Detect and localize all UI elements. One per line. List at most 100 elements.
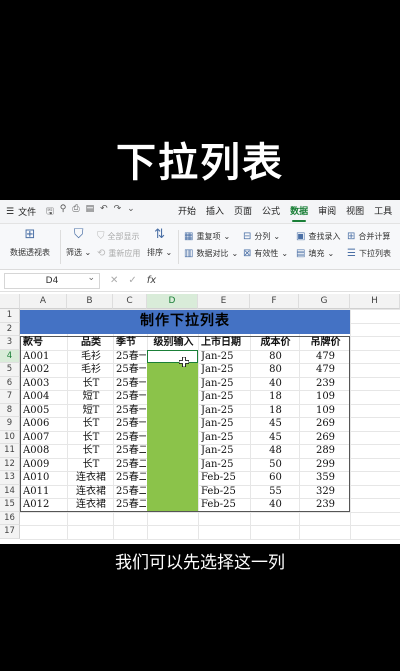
table-header-cell[interactable]: 吊牌价: [302, 336, 349, 350]
table-cell[interactable]: [150, 485, 197, 499]
hamburger-icon[interactable]: ☰: [6, 207, 14, 217]
table-cell[interactable]: [150, 350, 197, 364]
row-header-12[interactable]: 12: [0, 457, 20, 471]
table-cell[interactable]: 25春二: [116, 498, 146, 512]
table-cell[interactable]: Feb-25: [201, 471, 249, 485]
row-header-13[interactable]: 13: [0, 471, 20, 485]
table-cell[interactable]: 短T: [70, 404, 112, 418]
tab-data[interactable]: 数据: [290, 200, 308, 224]
table-cell[interactable]: 连衣裙: [70, 485, 112, 499]
split-button[interactable]: ⊟ 分列 ⌄: [243, 228, 288, 245]
table-cell[interactable]: A008: [23, 444, 66, 458]
table-cell[interactable]: [150, 431, 197, 445]
table-cell[interactable]: A007: [23, 431, 66, 445]
table-cell[interactable]: 359: [302, 471, 349, 485]
row-header-9[interactable]: 9: [0, 417, 20, 431]
row-header-14[interactable]: 14: [0, 484, 20, 498]
row-header-1[interactable]: 1: [0, 309, 20, 323]
table-cell[interactable]: 25春二: [116, 471, 146, 485]
table-cell[interactable]: 479: [302, 363, 349, 377]
table-cell[interactable]: 毛衫: [70, 350, 112, 364]
table-cell[interactable]: Jan-25: [201, 363, 249, 377]
table-cell[interactable]: 50: [253, 458, 298, 472]
table-cell[interactable]: [150, 390, 197, 404]
tab-tools[interactable]: 工具: [374, 200, 392, 224]
table-cell[interactable]: [150, 444, 197, 458]
table-cell[interactable]: 25春一: [116, 404, 146, 418]
cancel-icon[interactable]: ✕: [110, 275, 118, 286]
column-header-f[interactable]: F: [250, 294, 299, 309]
print-icon[interactable]: ⎙: [72, 204, 79, 220]
chevron-down-icon[interactable]: ⌄: [127, 204, 135, 220]
row-header-15[interactable]: 15: [0, 498, 20, 512]
row-header-10[interactable]: 10: [0, 430, 20, 444]
row-header-2[interactable]: 2: [0, 322, 20, 336]
table-header-cell[interactable]: 款号: [23, 336, 66, 350]
table-cell[interactable]: 25春一: [116, 363, 146, 377]
tab-home[interactable]: 开始: [178, 200, 196, 224]
row-header-11[interactable]: 11: [0, 444, 20, 458]
select-all-corner[interactable]: [0, 294, 20, 309]
column-header-h[interactable]: H: [350, 294, 400, 309]
table-cell[interactable]: 毛衫: [70, 363, 112, 377]
table-cell[interactable]: [150, 417, 197, 431]
table-cell[interactable]: Jan-25: [201, 350, 249, 364]
compare-button[interactable]: ▥ 数据对比 ⌄: [184, 245, 238, 262]
column-header-d[interactable]: D: [147, 294, 198, 309]
table-cell[interactable]: [150, 498, 197, 512]
sort-button[interactable]: ⇅ 排序 ⌄: [147, 228, 172, 266]
table-cell[interactable]: Jan-25: [201, 377, 249, 391]
row-header-16[interactable]: 16: [0, 511, 20, 525]
table-cell[interactable]: A004: [23, 390, 66, 404]
table-cell[interactable]: A011: [23, 485, 66, 499]
table-cell[interactable]: A012: [23, 498, 66, 512]
table-cell[interactable]: 长T: [70, 377, 112, 391]
save-icon[interactable]: 🖫: [46, 204, 54, 220]
table-cell[interactable]: 25春二: [116, 458, 146, 472]
row-header-8[interactable]: 8: [0, 403, 20, 417]
table-cell[interactable]: 60: [253, 471, 298, 485]
duplicates-button[interactable]: ▦ 重复项 ⌄: [184, 228, 238, 245]
dropdown-list-button[interactable]: ☰ 下拉列表: [347, 245, 391, 262]
preview-icon[interactable]: ▤: [86, 204, 95, 220]
table-cell[interactable]: [150, 404, 197, 418]
search-doc-icon[interactable]: ⚲: [60, 204, 67, 220]
table-cell[interactable]: 80: [253, 350, 298, 364]
table-cell[interactable]: 连衣裙: [70, 471, 112, 485]
table-cell[interactable]: A005: [23, 404, 66, 418]
table-cell[interactable]: Jan-25: [201, 458, 249, 472]
tab-insert[interactable]: 插入: [206, 200, 224, 224]
row-header-3[interactable]: 3: [0, 336, 20, 350]
table-cell[interactable]: 25春一: [116, 390, 146, 404]
column-header-b[interactable]: B: [67, 294, 113, 309]
table-cell[interactable]: 25春一: [116, 417, 146, 431]
row-header-6[interactable]: 6: [0, 376, 20, 390]
table-cell[interactable]: [150, 458, 197, 472]
column-header-c[interactable]: C: [113, 294, 147, 309]
table-cell[interactable]: Feb-25: [201, 485, 249, 499]
table-cell[interactable]: 109: [302, 390, 349, 404]
table-cell[interactable]: 269: [302, 431, 349, 445]
table-cell[interactable]: 连衣裙: [70, 498, 112, 512]
redo-icon[interactable]: ↷: [114, 204, 122, 220]
tab-review[interactable]: 审阅: [318, 200, 336, 224]
table-cell[interactable]: 109: [302, 404, 349, 418]
table-cell[interactable]: 25春二: [116, 444, 146, 458]
table-header-cell[interactable]: 成本价: [253, 336, 298, 350]
table-cell[interactable]: 长T: [70, 444, 112, 458]
row-header-5[interactable]: 5: [0, 363, 20, 377]
table-cell[interactable]: 239: [302, 377, 349, 391]
table-cell[interactable]: 45: [253, 431, 298, 445]
insert-function-button[interactable]: fx: [147, 275, 156, 286]
table-cell[interactable]: 长T: [70, 431, 112, 445]
table-cell[interactable]: 479: [302, 350, 349, 364]
table-cell[interactable]: 25春一: [116, 350, 146, 364]
row-header-4[interactable]: 4: [0, 349, 20, 363]
column-header-e[interactable]: E: [198, 294, 250, 309]
tab-view[interactable]: 视图: [346, 200, 364, 224]
table-cell[interactable]: 40: [253, 377, 298, 391]
table-cell[interactable]: 长T: [70, 417, 112, 431]
table-cell[interactable]: 25春二: [116, 485, 146, 499]
consolidate-button[interactable]: ⊞ 合并计算: [347, 228, 391, 245]
table-cell[interactable]: Jan-25: [201, 444, 249, 458]
